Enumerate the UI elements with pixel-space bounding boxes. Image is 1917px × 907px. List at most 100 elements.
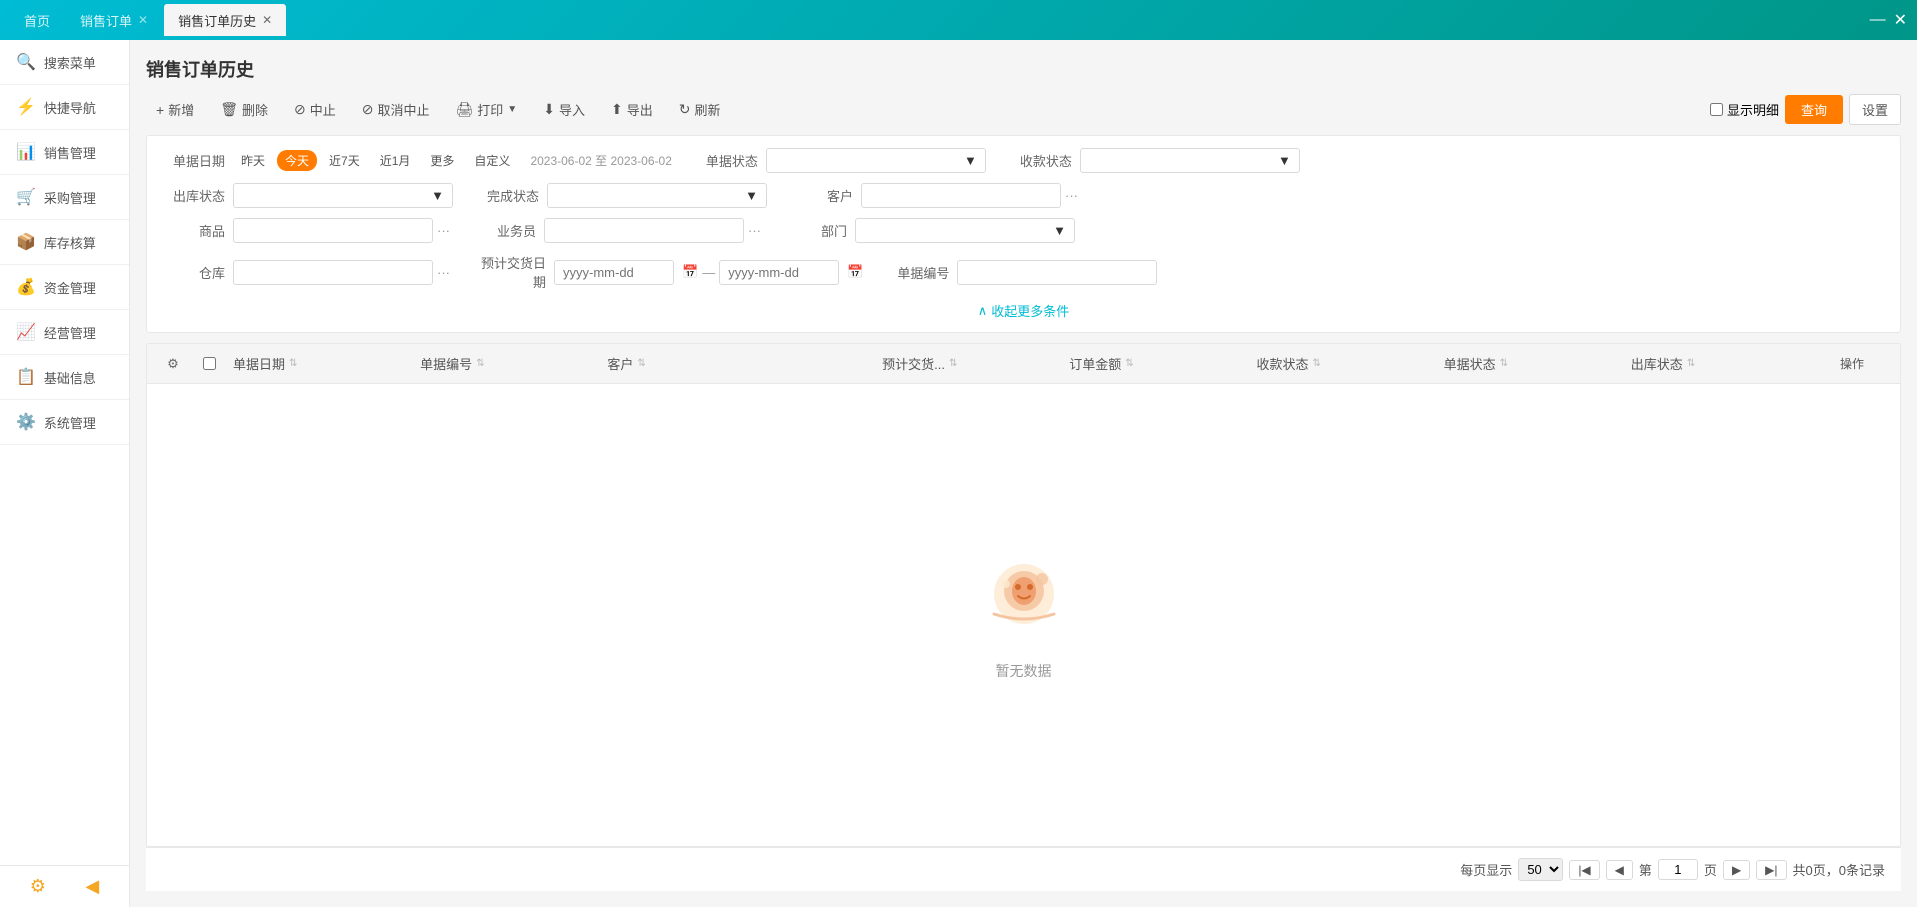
sidebar-item-label-quick-nav: 快捷导航 xyxy=(44,98,96,117)
sidebar-purchase-mgmt-icon: 🛒 xyxy=(16,187,36,207)
tab-home[interactable]: 首页 xyxy=(10,4,64,36)
sidebar-bottom: ⚙ ◀ xyxy=(0,865,129,907)
col-date[interactable]: 单据日期 ⇅ xyxy=(227,354,414,373)
delete-button[interactable]: 🗑 删除 xyxy=(210,95,278,124)
sidebar-item-inventory[interactable]: 📦 库存核算 xyxy=(0,220,129,265)
stop-button[interactable]: ⊘ 中止 xyxy=(284,95,346,124)
completion-status-label: 完成状态 xyxy=(477,186,547,205)
col-customer[interactable]: 客户 ⇅ xyxy=(601,354,876,373)
sidebar-item-sales-mgmt[interactable]: 📊 销售管理 xyxy=(0,130,129,175)
product-input[interactable] xyxy=(233,218,433,243)
sidebar-item-label-finance: 资金管理 xyxy=(44,278,96,297)
col-operations: 操作 xyxy=(1812,355,1892,372)
customer-dots[interactable]: ··· xyxy=(1065,188,1078,203)
payment-status-chevron: ▼ xyxy=(1278,153,1291,168)
date-tab-today[interactable]: 今天 xyxy=(277,150,317,171)
date-tab-custom[interactable]: 自定义 xyxy=(466,150,518,171)
calendar-end-icon[interactable]: 📅 xyxy=(847,264,863,280)
sort-amount-icon: ⇅ xyxy=(1125,358,1133,369)
table-container: ⚙ 单据日期 ⇅ 单据编号 ⇅ 客户 ⇅ 预计交货... xyxy=(146,343,1901,847)
salesperson-dots[interactable]: ··· xyxy=(748,223,761,238)
date-tabs: 昨天 今天 近7天 近1月 更多 自定义 xyxy=(233,150,518,171)
department-label: 部门 xyxy=(785,221,855,240)
warehouse-dots[interactable]: ··· xyxy=(437,265,450,280)
col-delivery-date[interactable]: 预计交货... ⇅ xyxy=(876,354,1063,373)
tab-sales-order-history[interactable]: 销售订单历史✕ xyxy=(164,4,286,36)
import-button[interactable]: ⬇ 导入 xyxy=(533,95,595,124)
first-page-button[interactable]: |◀ xyxy=(1569,860,1599,880)
display-columns-input[interactable] xyxy=(1710,103,1723,116)
export-button[interactable]: ⬆ 导出 xyxy=(601,95,663,124)
col-delivery-status[interactable]: 出库状态 ⇅ xyxy=(1625,354,1812,373)
select-all-checkbox[interactable] xyxy=(203,357,216,370)
sidebar-item-basic-info[interactable]: 📋 基础信息 xyxy=(0,355,129,400)
col-payment-status[interactable]: 收款状态 ⇅ xyxy=(1250,354,1437,373)
filter-row-1: 单据日期 昨天 今天 近7天 近1月 更多 自定义 2023-06-02 至 2… xyxy=(163,148,1884,173)
col-amount[interactable]: 订单金额 ⇅ xyxy=(1063,354,1250,373)
warehouse-input[interactable] xyxy=(233,260,433,285)
stop-icon: ⊘ xyxy=(294,101,306,118)
page-number-input[interactable] xyxy=(1658,859,1698,880)
date-tab-yesterday[interactable]: 昨天 xyxy=(233,150,273,171)
display-columns-checkbox[interactable]: 显示明细 xyxy=(1710,100,1779,119)
calendar-start-icon[interactable]: 📅 xyxy=(682,264,698,280)
sidebar-item-search-menu[interactable]: 🔍 搜索菜单 xyxy=(0,40,129,85)
customer-input[interactable] xyxy=(861,183,1061,208)
tab-sales-order[interactable]: 销售订单✕ xyxy=(66,4,162,36)
sidebar-item-label-basic-info: 基础信息 xyxy=(44,368,96,387)
date-tab-7days[interactable]: 近7天 xyxy=(321,150,368,171)
table-settings-icon[interactable]: ⚙ xyxy=(155,356,191,372)
sidebar-item-operations[interactable]: 📈 经营管理 xyxy=(0,310,129,355)
department-select[interactable]: ▼ xyxy=(855,218,1075,243)
add-icon: + xyxy=(156,102,164,118)
tab-close-sales-order[interactable]: ✕ xyxy=(138,13,148,27)
delivery-status-label: 出库状态 xyxy=(163,186,233,205)
per-page-select[interactable]: 50 xyxy=(1518,858,1563,881)
add-button[interactable]: + 新增 xyxy=(146,95,204,124)
table-checkbox-all[interactable] xyxy=(191,357,227,370)
salesperson-label: 业务员 xyxy=(474,221,544,240)
completion-status-chevron: ▼ xyxy=(745,188,758,203)
sort-date-icon: ⇅ xyxy=(289,358,297,369)
col-order-status[interactable]: 单据状态 ⇅ xyxy=(1438,354,1625,373)
delivery-status-chevron: ▼ xyxy=(431,188,444,203)
prev-page-button[interactable]: ◀ xyxy=(1606,860,1633,880)
filter-row-3: 商品 ··· 业务员 ··· 部门 ▼ xyxy=(163,218,1884,243)
refresh-button[interactable]: ↻ 刷新 xyxy=(669,95,731,124)
minimize-icon[interactable]: — xyxy=(1870,11,1886,29)
order-status-select[interactable]: ▼ xyxy=(766,148,986,173)
print-button[interactable]: 🖨 打印 ▼ xyxy=(446,95,528,124)
next-page-button[interactable]: ▶ xyxy=(1723,860,1750,880)
collapse-button[interactable]: ∧ 收起更多条件 xyxy=(163,301,1884,320)
empty-text: 暂无数据 xyxy=(996,661,1052,681)
cancel-stop-icon: ⊘ xyxy=(362,101,374,118)
last-page-button[interactable]: ▶| xyxy=(1756,860,1786,880)
query-button[interactable]: 查询 xyxy=(1785,95,1843,124)
sidebar-item-finance[interactable]: 💰 资金管理 xyxy=(0,265,129,310)
delivery-date-end-input[interactable] xyxy=(719,260,839,285)
salesperson-input[interactable] xyxy=(544,218,744,243)
sidebar-settings-icon[interactable]: ⚙ xyxy=(30,876,46,897)
cancel-stop-button[interactable]: ⊘ 取消中止 xyxy=(352,95,440,124)
delivery-date-start-input[interactable] xyxy=(554,260,674,285)
order-number-input[interactable] xyxy=(957,260,1157,285)
warehouse-label: 仓库 xyxy=(163,263,233,282)
completion-status-select[interactable]: ▼ xyxy=(547,183,767,208)
sidebar-item-system-mgmt[interactable]: ⚙️ 系统管理 xyxy=(0,400,129,445)
col-number[interactable]: 单据编号 ⇅ xyxy=(414,354,601,373)
total-info: 共0页，0条记录 xyxy=(1793,860,1885,879)
main-layout: 🔍 搜索菜单 ⚡ 快捷导航 📊 销售管理 🛒 采购管理 📦 库存核算 💰 资金管… xyxy=(0,40,1917,907)
delivery-status-select[interactable]: ▼ xyxy=(233,183,453,208)
sidebar-collapse-icon[interactable]: ◀ xyxy=(85,876,99,897)
payment-status-select[interactable]: ▼ xyxy=(1080,148,1300,173)
date-tab-more[interactable]: 更多 xyxy=(422,150,462,171)
date-label: 单据日期 xyxy=(163,151,233,170)
sidebar-item-purchase-mgmt[interactable]: 🛒 采购管理 xyxy=(0,175,129,220)
sidebar-item-quick-nav[interactable]: ⚡ 快捷导航 xyxy=(0,85,129,130)
date-tab-1month[interactable]: 近1月 xyxy=(372,150,419,171)
tab-close-sales-order-history[interactable]: ✕ xyxy=(262,13,272,27)
settings-button[interactable]: 设置 xyxy=(1849,94,1901,125)
export-icon: ⬆ xyxy=(611,101,623,118)
product-dots[interactable]: ··· xyxy=(437,223,450,238)
close-window-icon[interactable]: ✕ xyxy=(1894,10,1907,30)
